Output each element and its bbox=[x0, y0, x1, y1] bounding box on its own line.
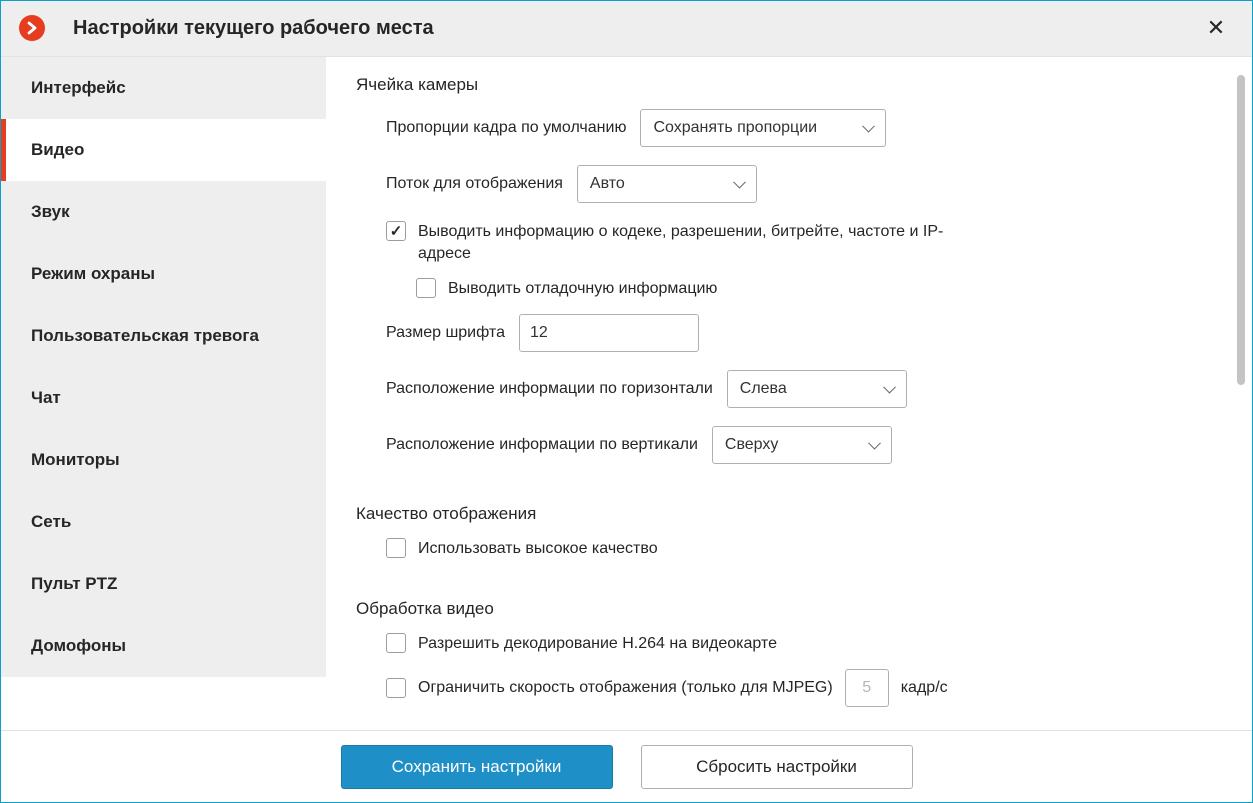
sidebar-item-audio[interactable]: Звук bbox=[1, 181, 326, 243]
limit-fps-label: Ограничить скорость отображения (только … bbox=[418, 677, 833, 699]
font-size-label: Размер шрифта bbox=[386, 324, 505, 342]
header: Настройки текущего рабочего места ✕ bbox=[1, 1, 1252, 57]
sidebar-item-label: Интерфейс bbox=[31, 78, 126, 98]
sidebar-item-ptz[interactable]: Пульт PTZ bbox=[1, 553, 326, 615]
display-stream-select[interactable]: Авто bbox=[577, 165, 757, 203]
sidebar-item-label: Мониторы bbox=[31, 450, 120, 470]
select-value: Авто bbox=[590, 175, 625, 193]
info-h-select[interactable]: Слева bbox=[727, 370, 907, 408]
sidebar-item-label: Пульт PTZ bbox=[31, 574, 117, 594]
default-aspect-label: Пропорции кадра по умолчанию bbox=[386, 119, 626, 137]
sidebar-item-label: Звук bbox=[31, 202, 70, 222]
scrollbar[interactable] bbox=[1230, 57, 1252, 730]
sidebar-item-intercom[interactable]: Домофоны bbox=[1, 615, 326, 677]
sidebar-item-video[interactable]: Видео bbox=[1, 119, 326, 181]
show-codec-info-checkbox[interactable] bbox=[386, 221, 406, 241]
allow-h264-label: Разрешить декодирование H.264 на видеока… bbox=[418, 633, 777, 655]
sidebar-item-label: Пользовательская тревога bbox=[31, 326, 259, 346]
show-codec-info-label: Выводить информацию о кодеке, разрешении… bbox=[418, 221, 978, 264]
reset-button[interactable]: Сбросить настройки bbox=[641, 745, 913, 789]
font-size-input[interactable]: 12 bbox=[519, 314, 699, 352]
display-stream-label: Поток для отображения bbox=[386, 175, 563, 193]
content: Ячейка камеры Пропорции кадра по умолчан… bbox=[326, 57, 1230, 730]
sidebar: Интерфейс Видео Звук Режим охраны Пользо… bbox=[1, 57, 326, 730]
section-camera-cell: Ячейка камеры bbox=[356, 75, 1190, 95]
window-title: Настройки текущего рабочего места bbox=[73, 17, 434, 40]
show-debug-checkbox[interactable] bbox=[416, 278, 436, 298]
save-button[interactable]: Сохранить настройки bbox=[341, 745, 613, 789]
select-value: Слева bbox=[740, 380, 787, 398]
sidebar-item-interface[interactable]: Интерфейс bbox=[1, 57, 326, 119]
body: Интерфейс Видео Звук Режим охраны Пользо… bbox=[1, 57, 1252, 730]
sidebar-item-guard-mode[interactable]: Режим охраны bbox=[1, 243, 326, 305]
close-button[interactable]: ✕ bbox=[1198, 10, 1234, 46]
show-debug-label: Выводить отладочную информацию bbox=[448, 278, 717, 300]
settings-window: Настройки текущего рабочего места ✕ Инте… bbox=[0, 0, 1253, 803]
select-value: Сверху bbox=[725, 436, 779, 454]
info-v-select[interactable]: Сверху bbox=[712, 426, 892, 464]
select-value: Сохранять пропорции bbox=[653, 119, 817, 137]
section-display-quality: Качество отображения bbox=[356, 504, 1190, 524]
close-icon: ✕ bbox=[1207, 15, 1225, 41]
app-icon bbox=[19, 15, 45, 41]
scroll-track bbox=[1237, 75, 1245, 712]
sidebar-item-label: Режим охраны bbox=[31, 264, 155, 284]
default-aspect-select[interactable]: Сохранять пропорции bbox=[640, 109, 886, 147]
sidebar-item-label: Домофоны bbox=[31, 636, 126, 656]
content-wrap: Ячейка камеры Пропорции кадра по умолчан… bbox=[326, 57, 1252, 730]
sidebar-item-label: Чат bbox=[31, 388, 61, 408]
limit-fps-checkbox[interactable] bbox=[386, 678, 406, 698]
sidebar-item-network[interactable]: Сеть bbox=[1, 491, 326, 553]
limit-fps-unit: кадр/с bbox=[901, 677, 948, 699]
section-video-processing: Обработка видео bbox=[356, 599, 1190, 619]
footer: Сохранить настройки Сбросить настройки bbox=[1, 730, 1252, 802]
info-h-label: Расположение информации по горизонтали bbox=[386, 380, 713, 398]
sidebar-item-monitors[interactable]: Мониторы bbox=[1, 429, 326, 491]
info-v-label: Расположение информации по вертикали bbox=[386, 436, 698, 454]
high-quality-label: Использовать высокое качество bbox=[418, 538, 658, 560]
sidebar-item-chat[interactable]: Чат bbox=[1, 367, 326, 429]
limit-fps-input[interactable]: 5 bbox=[845, 669, 889, 707]
sidebar-item-label: Сеть bbox=[31, 512, 71, 532]
scroll-thumb[interactable] bbox=[1237, 75, 1245, 385]
sidebar-item-label: Видео bbox=[31, 140, 84, 160]
sidebar-item-user-alarm[interactable]: Пользовательская тревога bbox=[1, 305, 326, 367]
allow-h264-checkbox[interactable] bbox=[386, 633, 406, 653]
high-quality-checkbox[interactable] bbox=[386, 538, 406, 558]
